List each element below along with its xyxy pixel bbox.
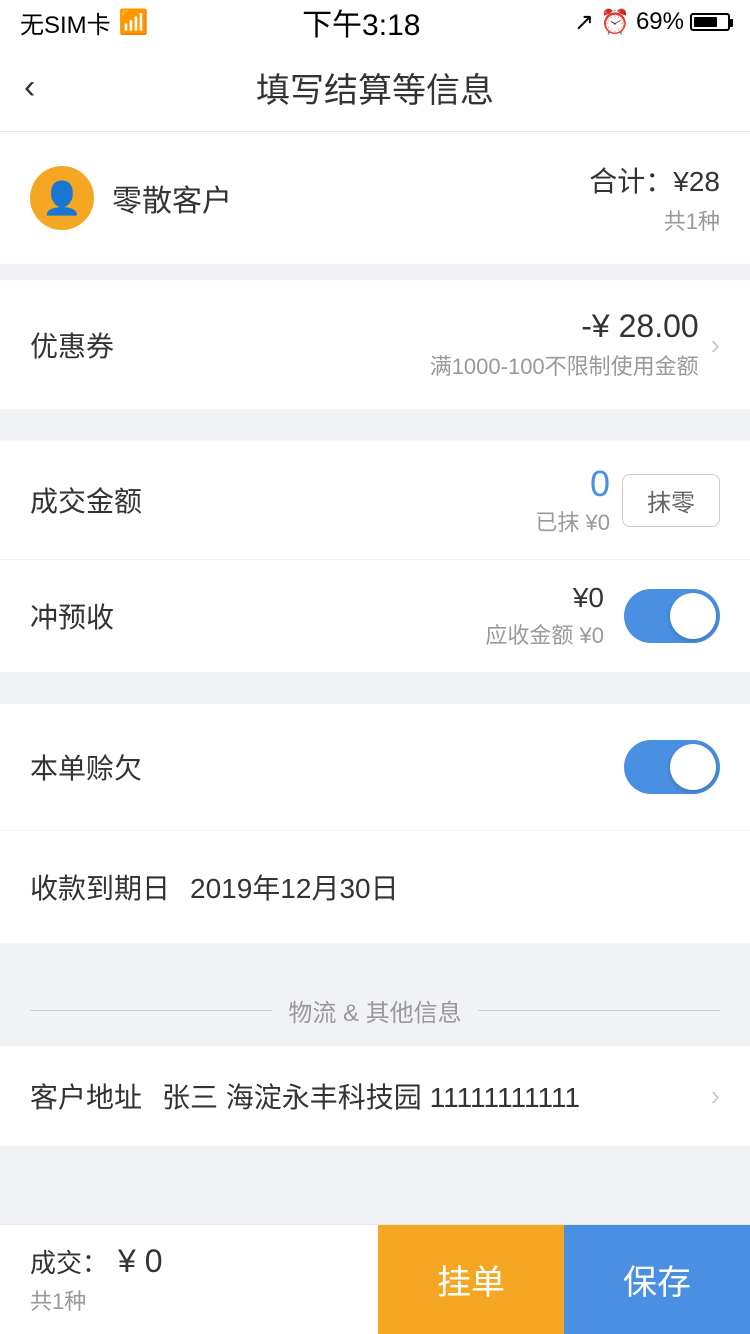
save-button[interactable]: 保存 <box>564 1225 750 1334</box>
total-amount: 合计：¥28 <box>589 160 720 200</box>
back-button[interactable]: ‹ <box>24 68 35 107</box>
customer-row: 👤 零散客户 合计：¥28 共1种 <box>0 132 750 264</box>
total-count: 共1种 <box>589 204 720 236</box>
battery-bar <box>690 13 730 31</box>
duedate-row: 收款到期日 2019年12月30日 <box>0 830 750 943</box>
bottom-bar: 成交： ¥ 0 共1种 挂单 保存 <box>0 1224 750 1334</box>
coupon-value-wrap: -¥ 28.00 满1000-100不限制使用金额 <box>430 308 699 381</box>
pending-label: 挂单 <box>437 1255 505 1304</box>
wifi-icon: 📶 <box>119 8 149 37</box>
deal-amount-right: 已抹 ¥0 抹零 <box>145 463 720 537</box>
save-label: 保存 <box>623 1255 691 1304</box>
content: 👤 零散客户 合计：¥28 共1种 优惠券 -¥ 28.00 满1000-100… <box>0 132 750 1282</box>
logistics-header: 物流 & 其他信息 <box>0 975 750 1046</box>
nav-bar: ‹ 填写结算等信息 <box>0 44 750 132</box>
address-value: 张三 海淀永丰科技园 11111111111 <box>162 1076 691 1116</box>
debit-row: 本单赊欠 <box>0 704 750 830</box>
coupon-section: 优惠券 -¥ 28.00 满1000-100不限制使用金额 › <box>0 280 750 409</box>
deal-amount-wrap: 已抹 ¥0 <box>145 463 610 537</box>
coupon-row[interactable]: 优惠券 -¥ 28.00 满1000-100不限制使用金额 › <box>0 280 750 409</box>
duedate-label: 收款到期日 <box>30 867 170 907</box>
avatar-icon: 👤 <box>42 179 82 217</box>
coupon-right: -¥ 28.00 满1000-100不限制使用金额 › <box>430 308 720 381</box>
customer-right: 合计：¥28 共1种 <box>589 160 720 236</box>
coupon-label: 优惠券 <box>30 325 114 365</box>
address-row[interactable]: 客户地址 张三 海淀永丰科技园 11111111111 › <box>0 1046 750 1146</box>
bottom-deal-label: 成交： <box>30 1243 108 1280</box>
address-label: 客户地址 <box>30 1076 142 1116</box>
already-zero-text: 已抹 ¥0 <box>145 505 610 537</box>
debit-label: 本单赊欠 <box>30 747 142 787</box>
debit-section: 本单赊欠 收款到期日 2019年12月30日 <box>0 704 750 943</box>
battery-text: 69% <box>636 8 684 36</box>
duedate-value: 2019年12月30日 <box>190 867 399 907</box>
page-title: 填写结算等信息 <box>256 63 494 112</box>
avatar: 👤 <box>30 166 94 230</box>
divider-2 <box>0 688 750 704</box>
status-right: ↗ ⏰ 69% <box>574 8 730 37</box>
coupon-discount: -¥ 28.00 <box>430 308 699 345</box>
divider-3 <box>0 959 750 975</box>
status-bar: 无SIM卡 📶 下午3:18 ↗ ⏰ 69% <box>0 0 750 44</box>
bottom-deal-amount: ¥ 0 <box>118 1243 162 1280</box>
advance-toggle[interactable] <box>624 589 720 643</box>
deal-amount-input[interactable] <box>145 463 610 505</box>
logistics-title: 物流 & 其他信息 <box>288 993 461 1028</box>
signal-text: 无SIM卡 <box>20 5 111 40</box>
customer-name: 零散客户 <box>112 176 232 220</box>
advance-receivable: 应收金额 ¥0 <box>485 618 604 650</box>
status-left: 无SIM卡 📶 <box>20 5 149 40</box>
chevron-right-icon: › <box>711 329 720 361</box>
pending-button[interactable]: 挂单 <box>378 1225 564 1334</box>
status-time: 下午3:18 <box>302 0 420 44</box>
advance-right: ¥0 应收金额 ¥0 <box>485 582 720 650</box>
bottom-deal: 成交： ¥ 0 <box>30 1243 348 1280</box>
back-icon: ‹ <box>24 68 35 106</box>
coupon-description: 满1000-100不限制使用金额 <box>430 349 699 381</box>
address-section: 客户地址 张三 海淀永丰科技园 11111111111 › <box>0 1046 750 1146</box>
deal-amount-row: 成交金额 已抹 ¥0 抹零 <box>0 441 750 559</box>
advance-label: 冲预收 <box>30 596 114 636</box>
deal-amount-section: 成交金额 已抹 ¥0 抹零 冲预收 ¥0 应收金额 ¥0 <box>0 441 750 672</box>
round-zero-button[interactable]: 抹零 <box>622 474 720 527</box>
customer-left: 👤 零散客户 <box>30 166 232 230</box>
advance-row: 冲预收 ¥0 应收金额 ¥0 <box>0 559 750 672</box>
bottom-summary: 成交： ¥ 0 共1种 <box>0 1243 378 1316</box>
bottom-count: 共1种 <box>30 1284 348 1316</box>
deal-amount-label: 成交金额 <box>30 480 142 520</box>
debit-toggle[interactable] <box>624 740 720 794</box>
location-icon: ↗ <box>574 8 594 37</box>
address-chevron-icon: › <box>711 1080 720 1112</box>
advance-amount: ¥0 <box>485 582 604 614</box>
alarm-icon: ⏰ <box>600 8 630 37</box>
customer-section: 👤 零散客户 合计：¥28 共1种 <box>0 132 750 264</box>
advance-amounts: ¥0 应收金额 ¥0 <box>485 582 604 650</box>
logistics-line-left <box>30 1010 272 1011</box>
divider-1 <box>0 425 750 441</box>
logistics-line-right <box>478 1010 720 1011</box>
